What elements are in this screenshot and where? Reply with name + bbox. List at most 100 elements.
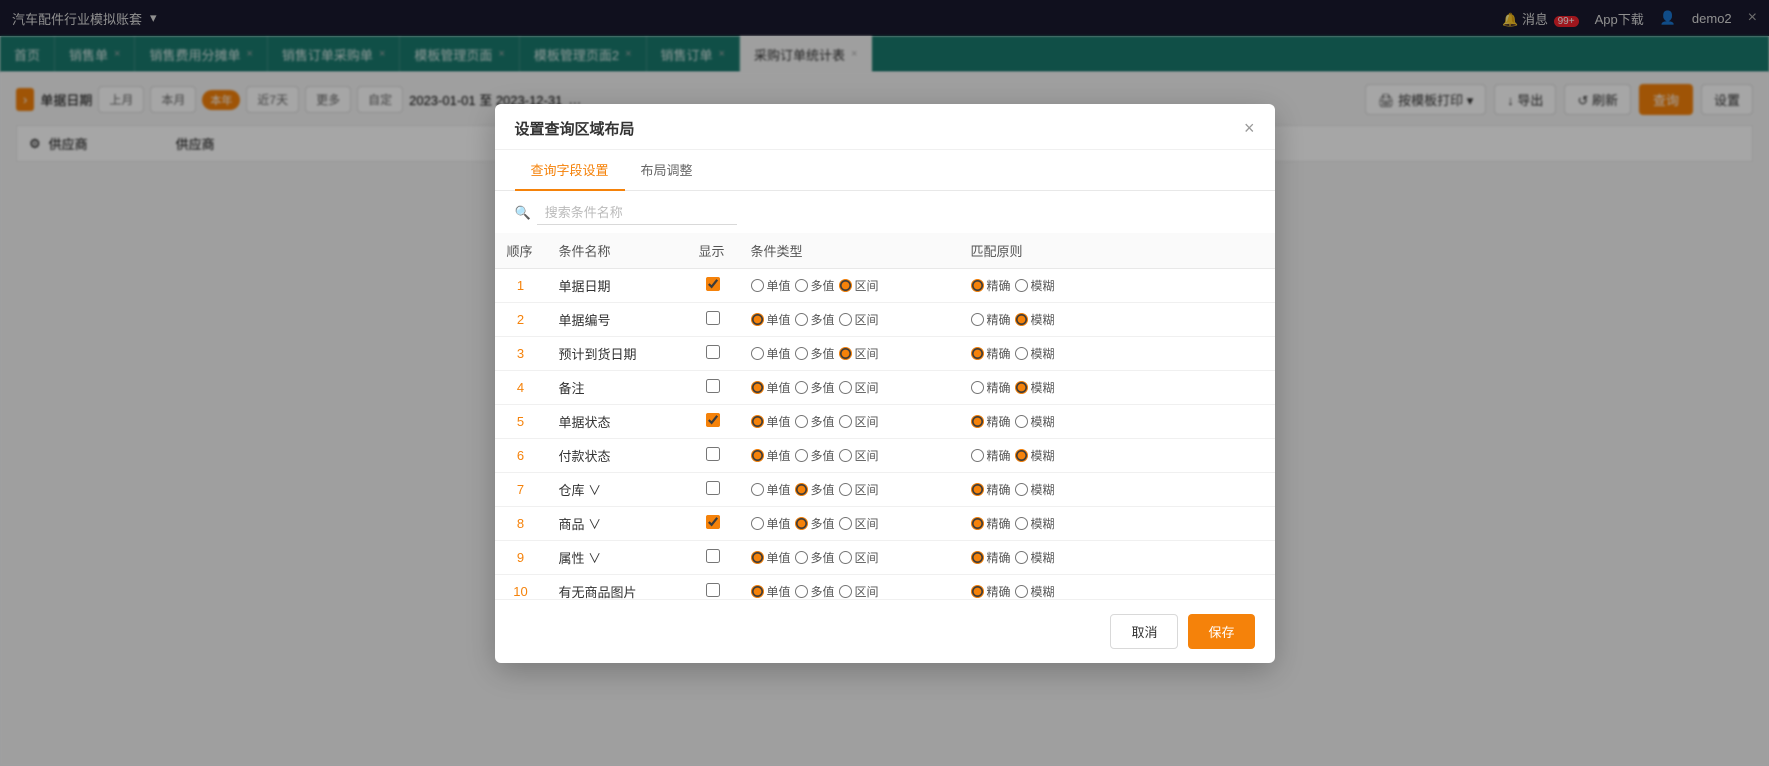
type-radio[interactable] — [751, 415, 764, 428]
match-radio[interactable] — [971, 347, 984, 360]
match-radio[interactable] — [1015, 585, 1028, 598]
match-radio-label[interactable]: 模糊 — [1015, 447, 1055, 464]
type-radio[interactable] — [839, 313, 852, 326]
type-radio[interactable] — [751, 551, 764, 564]
type-radio[interactable] — [795, 347, 808, 360]
display-checkbox[interactable] — [706, 447, 720, 461]
type-radio-label[interactable]: 区间 — [839, 549, 879, 566]
type-radio-label[interactable]: 多值 — [795, 379, 835, 396]
type-radio[interactable] — [795, 279, 808, 292]
match-radio-label[interactable]: 精确 — [971, 549, 1011, 566]
match-radio-label[interactable]: 精确 — [971, 277, 1011, 294]
match-radio[interactable] — [971, 585, 984, 598]
match-radio[interactable] — [971, 313, 984, 326]
match-radio[interactable] — [1015, 381, 1028, 394]
type-radio[interactable] — [795, 483, 808, 496]
match-radio[interactable] — [1015, 415, 1028, 428]
type-radio-label[interactable]: 多值 — [795, 311, 835, 328]
type-radio-label[interactable]: 多值 — [795, 549, 835, 566]
match-radio-label[interactable]: 模糊 — [1015, 345, 1055, 362]
cancel-button[interactable]: 取消 — [1110, 614, 1178, 649]
type-radio-label[interactable]: 单值 — [751, 277, 791, 294]
type-radio-label[interactable]: 区间 — [839, 277, 879, 294]
match-radio-label[interactable]: 精确 — [971, 345, 1011, 362]
match-radio-label[interactable]: 模糊 — [1015, 583, 1055, 599]
type-radio[interactable] — [839, 347, 852, 360]
type-radio[interactable] — [839, 415, 852, 428]
type-radio-label[interactable]: 区间 — [839, 515, 879, 532]
type-radio-label[interactable]: 区间 — [839, 345, 879, 362]
type-radio-label[interactable]: 多值 — [795, 345, 835, 362]
type-radio-label[interactable]: 单值 — [751, 379, 791, 396]
type-radio[interactable] — [751, 347, 764, 360]
match-radio[interactable] — [971, 483, 984, 496]
display-checkbox[interactable] — [706, 583, 720, 597]
tab-query-fields[interactable]: 查询字段设置 — [515, 150, 625, 191]
type-radio-label[interactable]: 单值 — [751, 345, 791, 362]
type-radio-label[interactable]: 单值 — [751, 583, 791, 599]
match-radio[interactable] — [1015, 449, 1028, 462]
type-radio[interactable] — [795, 415, 808, 428]
type-radio[interactable] — [839, 585, 852, 598]
type-radio[interactable] — [751, 279, 764, 292]
match-radio[interactable] — [1015, 483, 1028, 496]
type-radio[interactable] — [839, 517, 852, 530]
type-radio[interactable] — [839, 483, 852, 496]
type-radio[interactable] — [795, 381, 808, 394]
modal-close-button[interactable]: × — [1244, 118, 1255, 139]
type-radio-label[interactable]: 区间 — [839, 481, 879, 498]
match-radio-label[interactable]: 精确 — [971, 379, 1011, 396]
type-radio[interactable] — [795, 449, 808, 462]
type-radio-label[interactable]: 区间 — [839, 311, 879, 328]
match-radio[interactable] — [971, 381, 984, 394]
match-radio[interactable] — [1015, 313, 1028, 326]
type-radio-label[interactable]: 多值 — [795, 481, 835, 498]
match-radio[interactable] — [971, 415, 984, 428]
type-radio[interactable] — [751, 585, 764, 598]
type-radio-label[interactable]: 多值 — [795, 447, 835, 464]
type-radio[interactable] — [839, 449, 852, 462]
type-radio[interactable] — [751, 517, 764, 530]
type-radio[interactable] — [751, 381, 764, 394]
type-radio[interactable] — [839, 551, 852, 564]
type-radio-label[interactable]: 单值 — [751, 413, 791, 430]
type-radio-label[interactable]: 区间 — [839, 379, 879, 396]
type-radio-label[interactable]: 单值 — [751, 447, 791, 464]
match-radio[interactable] — [971, 449, 984, 462]
match-radio[interactable] — [971, 517, 984, 530]
type-radio[interactable] — [751, 483, 764, 496]
type-radio-label[interactable]: 区间 — [839, 413, 879, 430]
match-radio[interactable] — [1015, 347, 1028, 360]
type-radio-label[interactable]: 多值 — [795, 277, 835, 294]
match-radio-label[interactable]: 模糊 — [1015, 549, 1055, 566]
match-radio-label[interactable]: 精确 — [971, 311, 1011, 328]
match-radio-label[interactable]: 模糊 — [1015, 481, 1055, 498]
match-radio[interactable] — [971, 279, 984, 292]
match-radio-label[interactable]: 精确 — [971, 413, 1011, 430]
match-radio[interactable] — [1015, 517, 1028, 530]
display-checkbox[interactable] — [706, 549, 720, 563]
tab-layout-adjust[interactable]: 布局调整 — [625, 150, 709, 191]
type-radio[interactable] — [751, 313, 764, 326]
type-radio-label[interactable]: 单值 — [751, 515, 791, 532]
type-radio[interactable] — [751, 449, 764, 462]
type-radio[interactable] — [795, 517, 808, 530]
match-radio-label[interactable]: 精确 — [971, 447, 1011, 464]
match-radio[interactable] — [1015, 279, 1028, 292]
match-radio[interactable] — [971, 551, 984, 564]
type-radio-label[interactable]: 区间 — [839, 583, 879, 599]
display-checkbox[interactable] — [706, 515, 720, 529]
type-radio[interactable] — [795, 551, 808, 564]
display-checkbox[interactable] — [706, 379, 720, 393]
type-radio-label[interactable]: 多值 — [795, 583, 835, 599]
match-radio-label[interactable]: 精确 — [971, 583, 1011, 599]
type-radio-label[interactable]: 单值 — [751, 481, 791, 498]
type-radio-label[interactable]: 单值 — [751, 549, 791, 566]
match-radio-label[interactable]: 模糊 — [1015, 379, 1055, 396]
save-button[interactable]: 保存 — [1188, 614, 1254, 649]
type-radio[interactable] — [795, 313, 808, 326]
type-radio-label[interactable]: 多值 — [795, 515, 835, 532]
match-radio-label[interactable]: 精确 — [971, 481, 1011, 498]
match-radio-label[interactable]: 模糊 — [1015, 277, 1055, 294]
match-radio-label[interactable]: 模糊 — [1015, 311, 1055, 328]
